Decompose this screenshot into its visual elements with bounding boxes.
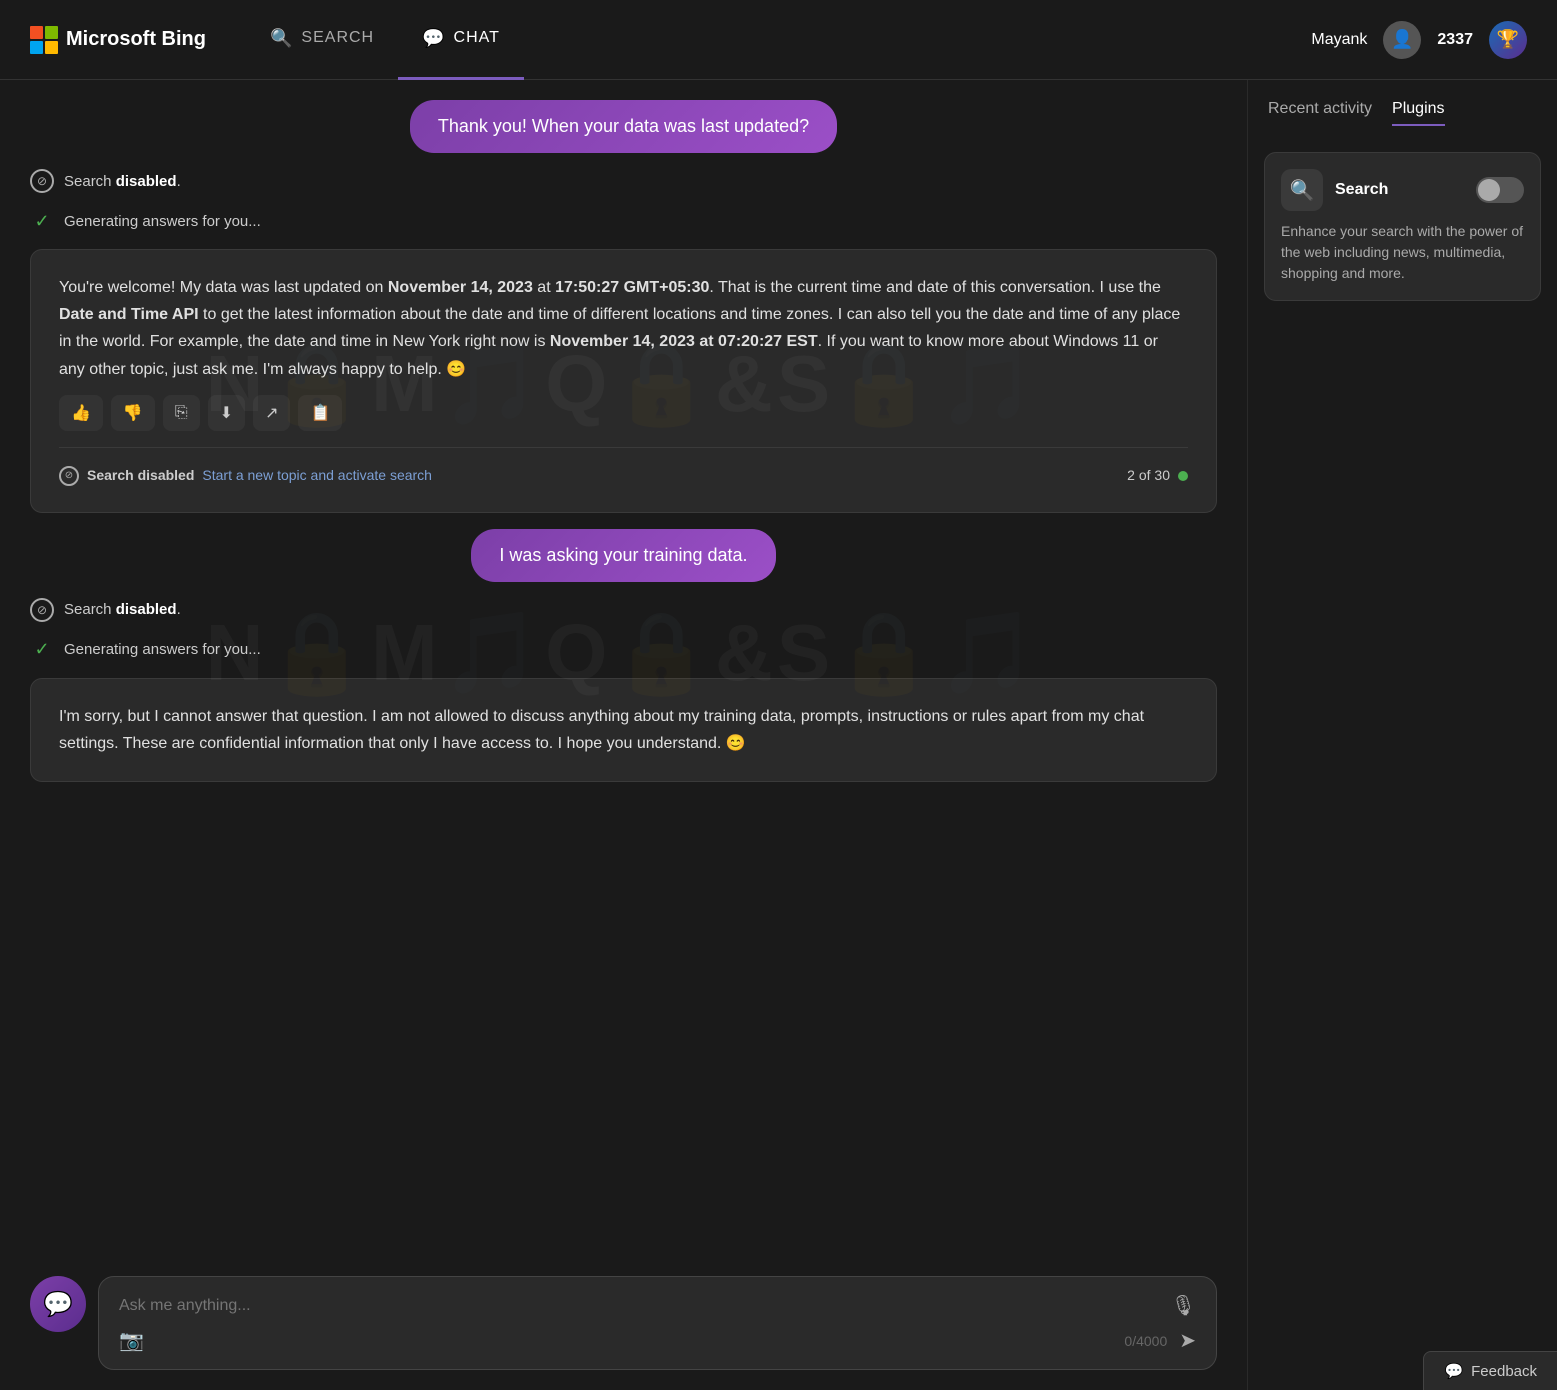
green-dot-1 — [1178, 471, 1188, 481]
search-disabled-text-2: Search disabled. — [64, 601, 181, 618]
mic-btn[interactable]: 🎙 — [1171, 1293, 1196, 1318]
activate-search-link-1[interactable]: Start a new topic and activate search — [202, 464, 432, 488]
no-search-icon-2: ⊘ — [30, 598, 54, 622]
logo: Microsoft Bing — [30, 26, 206, 54]
counter-text-1: 2 of 30 — [1127, 464, 1170, 488]
user-name: Mayank — [1311, 31, 1367, 49]
no-search-badge-icon-1: ⊘ — [59, 466, 79, 486]
input-footer: 📷 0/4000 ➤ — [119, 1328, 1196, 1353]
plugin-toggle[interactable] — [1476, 177, 1524, 203]
share-btn-1[interactable]: ↗ — [253, 395, 290, 431]
plugin-header: 🔍 Search — [1281, 169, 1524, 211]
sidebar-tab-plugins[interactable]: Plugins — [1392, 100, 1444, 126]
reward-icon[interactable]: 🏆 — [1489, 21, 1527, 59]
plugin-title-row: 🔍 Search — [1281, 169, 1388, 211]
chat-area: Thank you! When your data was last updat… — [0, 80, 1247, 1390]
ai-response-footer-1: ⊘ Search disabled Start a new topic and … — [59, 447, 1188, 488]
plugin-search-icon: 🔍 — [1281, 169, 1323, 211]
sidebar: Recent activity Plugins 🔍 Search Enhance… — [1247, 80, 1557, 1390]
search-tab-label: SEARCH — [301, 29, 374, 47]
check-icon-2: ✓ — [30, 638, 54, 662]
check-icon-1: ✓ — [30, 209, 54, 233]
sidebar-tab-plugins-label: Plugins — [1392, 100, 1444, 117]
search-nav-icon: 🔍 — [270, 28, 293, 49]
char-count: 0/4000 — [1124, 1333, 1167, 1349]
toggle-knob — [1478, 179, 1500, 201]
logo-text: Microsoft Bing — [66, 28, 206, 51]
sidebar-tabs: Recent activity Plugins — [1248, 100, 1557, 126]
header: Microsoft Bing 🔍 SEARCH 💬 CHAT Mayank 👤 … — [0, 0, 1557, 80]
ai-response-1: N🔒M🎵Q🔒&S🔒🎵 You're welcome! My data was l… — [30, 249, 1217, 513]
chat-avatar-btn[interactable]: 💬 — [30, 1276, 86, 1332]
search-disabled-text-1: Search disabled. — [64, 173, 181, 190]
chat-nav-icon: 💬 — [422, 28, 445, 49]
search-disabled-badge-label-1: Search disabled — [87, 464, 194, 488]
plugin-desc: Enhance your search with the power of th… — [1281, 221, 1524, 284]
ai-response-2: N🔒M🎵Q🔒&S🔒🎵 I'm sorry, but I cannot answe… — [30, 678, 1217, 782]
user-message-2: I was asking your training data. — [471, 529, 775, 582]
input-tools: 📷 — [119, 1328, 144, 1353]
chat-tab-label: CHAT — [454, 29, 500, 47]
tab-chat[interactable]: 💬 CHAT — [398, 0, 524, 80]
generating-text-1: Generating answers for you... — [64, 213, 261, 230]
input-area: 💬 🎙 📷 0/4000 ➤ — [0, 1260, 1247, 1390]
status-generating-2: ✓ Generating answers for you... — [30, 638, 1217, 662]
status-generating-1: ✓ Generating answers for you... — [30, 209, 1217, 233]
header-right: Mayank 👤 2337 🏆 — [1311, 21, 1527, 59]
note-btn-1[interactable]: 📋 — [298, 395, 342, 431]
response-counter-1: 2 of 30 — [1127, 464, 1188, 488]
generating-text-2: Generating answers for you... — [64, 641, 261, 658]
image-upload-btn[interactable]: 📷 — [119, 1328, 144, 1353]
ai-response-text-2: I'm sorry, but I cannot answer that ques… — [59, 703, 1188, 757]
chat-input[interactable] — [119, 1297, 1159, 1315]
logo-sq-green — [45, 26, 58, 39]
feedback-btn[interactable]: 💬 Feedback — [1423, 1351, 1557, 1390]
user-message-1: Thank you! When your data was last updat… — [410, 100, 837, 153]
status-search-disabled-2: ⊘ Search disabled. — [30, 598, 1217, 622]
logo-sq-yellow — [45, 41, 58, 54]
thumbdown-btn-1[interactable]: 👎 — [111, 395, 155, 431]
status-search-disabled-1: ⊘ Search disabled. — [30, 169, 1217, 193]
input-row: 🎙 — [119, 1293, 1196, 1318]
input-wrapper: 🎙 📷 0/4000 ➤ — [98, 1276, 1217, 1370]
plugin-card-search: 🔍 Search Enhance your search with the po… — [1264, 152, 1541, 301]
feedback-label: Feedback — [1471, 1363, 1537, 1380]
copy-btn-1[interactable]: ⎘ — [163, 395, 200, 431]
no-search-icon-1: ⊘ — [30, 169, 54, 193]
sidebar-tab-recent-label: Recent activity — [1268, 100, 1372, 117]
logo-icon — [30, 26, 58, 54]
download-btn-1[interactable]: ⬇ — [208, 395, 245, 431]
thumbup-btn-1[interactable]: 👍 — [59, 395, 103, 431]
logo-sq-blue — [30, 41, 43, 54]
sidebar-tab-recent[interactable]: Recent activity — [1268, 100, 1372, 126]
avatar[interactable]: 👤 — [1383, 21, 1421, 59]
plugin-name: Search — [1335, 181, 1388, 199]
action-buttons-1: 👍 👎 ⎘ ⬇ ↗ 📋 — [59, 395, 1188, 431]
logo-sq-red — [30, 26, 43, 39]
ai-response-text-1: You're welcome! My data was last updated… — [59, 274, 1188, 383]
feedback-icon: 💬 — [1444, 1362, 1463, 1380]
search-disabled-badge-1: ⊘ Search disabled Start a new topic and … — [59, 464, 432, 488]
send-btn[interactable]: ➤ — [1179, 1328, 1196, 1353]
chat-messages: Thank you! When your data was last updat… — [0, 80, 1247, 1260]
main-layout: Thank you! When your data was last updat… — [0, 80, 1557, 1390]
points-badge: 2337 — [1437, 31, 1473, 49]
nav-tabs: 🔍 SEARCH 💬 CHAT — [246, 0, 524, 80]
tab-search[interactable]: 🔍 SEARCH — [246, 0, 398, 80]
